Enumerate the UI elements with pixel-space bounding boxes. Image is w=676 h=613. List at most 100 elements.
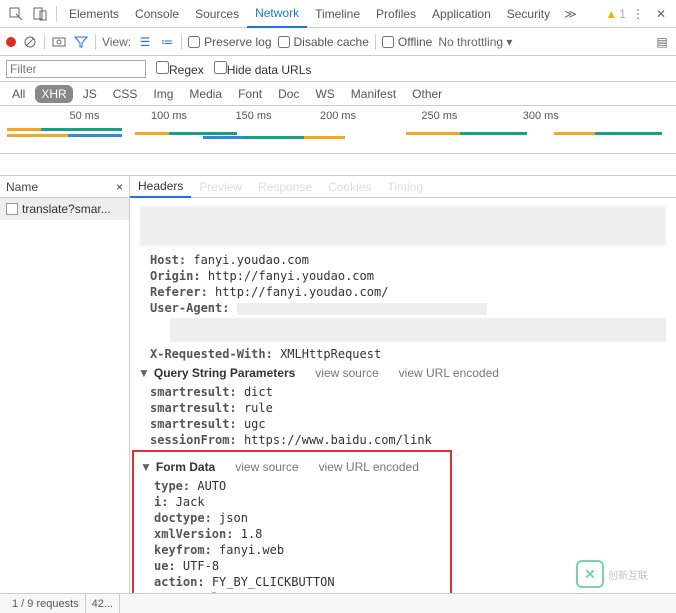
hide-data-urls-checkbox[interactable]: Hide data URLs	[214, 61, 312, 77]
device-icon[interactable]	[32, 6, 48, 22]
query-param: smartresult: ugc	[130, 416, 676, 432]
type-all[interactable]: All	[6, 85, 31, 103]
query-param: smartresult: dict	[130, 384, 676, 400]
caret-down-icon: ▼	[140, 460, 152, 474]
dtab-cookies[interactable]: Cookies	[320, 177, 379, 197]
separator	[375, 34, 376, 50]
form-param: xmlVersion: 1.8	[134, 526, 450, 542]
status-transfer: 42...	[86, 594, 120, 613]
type-css[interactable]: CSS	[107, 85, 144, 103]
disable-cache-checkbox[interactable]: Disable cache	[278, 35, 369, 49]
capture-screenshots-icon[interactable]	[51, 34, 67, 50]
type-img[interactable]: Img	[147, 85, 179, 103]
query-section-header[interactable]: ▼Query String Parameters view source vie…	[130, 362, 676, 384]
query-param: smartresult: rule	[130, 400, 676, 416]
watermark-text: 创新互联	[608, 567, 648, 582]
type-ws[interactable]: WS	[309, 85, 340, 103]
preserve-log-checkbox[interactable]: Preserve log	[188, 35, 271, 49]
form-section-header[interactable]: ▼Form Data view source view URL encoded	[134, 456, 450, 478]
view-source-link[interactable]: view source	[235, 460, 298, 474]
view-list-icon[interactable]: ☰	[137, 34, 153, 50]
network-toolbar: View: ☰ ≔ Preserve log Disable cache Off…	[0, 28, 676, 56]
tab-elements[interactable]: Elements	[61, 1, 127, 27]
view-source-link[interactable]: view source	[315, 366, 378, 380]
dtab-response[interactable]: Response	[250, 177, 320, 197]
request-row[interactable]: translate?smar...	[0, 198, 129, 220]
more-tabs-icon[interactable]: ≫	[558, 7, 583, 21]
headers-panel: Host: fanyi.youdao.com Origin: http://fa…	[130, 198, 676, 593]
type-font[interactable]: Font	[232, 85, 268, 103]
hide-data-urls-label: Hide data URLs	[227, 63, 312, 77]
dtab-headers[interactable]: Headers	[130, 176, 191, 198]
close-details-icon[interactable]: ×	[116, 180, 123, 194]
drawer-icon[interactable]: ▤	[654, 34, 670, 50]
request-name: translate?smar...	[22, 202, 111, 216]
caret-down-icon: ▼	[138, 366, 150, 380]
separator	[44, 34, 45, 50]
kebab-menu-icon[interactable]: ⋮	[626, 7, 650, 21]
tick: 200 ms	[320, 110, 356, 122]
tab-sources[interactable]: Sources	[187, 1, 247, 27]
tick: 250 ms	[421, 110, 457, 122]
detail-tabs: Headers Preview Response Cookies Timing	[130, 176, 676, 198]
chevron-down-icon: ▾	[506, 35, 512, 49]
tick: 150 ms	[235, 110, 271, 122]
timeline-scrubber[interactable]	[0, 154, 676, 176]
filter-row: Regex Hide data URLs	[0, 56, 676, 82]
inspect-icon[interactable]	[8, 6, 24, 22]
tab-profiles[interactable]: Profiles	[368, 1, 424, 27]
header-referer: Referer: http://fanyi.youdao.com/	[130, 284, 676, 300]
tick: 300 ms	[523, 110, 559, 122]
name-column-header[interactable]: Name ×	[0, 176, 129, 198]
close-icon[interactable]: ✕	[650, 7, 672, 21]
status-bar: 1 / 9 requests 42...	[0, 593, 676, 613]
warnings-badge[interactable]: ▲1	[605, 7, 626, 21]
type-other[interactable]: Other	[406, 85, 448, 103]
offline-label: Offline	[398, 35, 432, 49]
header-user-agent: User-Agent:	[130, 300, 676, 316]
type-filter-row: All XHR JS CSS Img Media Font Doc WS Man…	[0, 82, 676, 106]
redacted-block	[140, 206, 666, 246]
form-param: type: AUTO	[134, 478, 450, 494]
view-url-encoded-link[interactable]: view URL encoded	[319, 460, 419, 474]
dtab-preview[interactable]: Preview	[191, 177, 250, 197]
type-manifest[interactable]: Manifest	[345, 85, 402, 103]
filter-icon[interactable]	[73, 34, 89, 50]
offline-checkbox[interactable]: Offline	[382, 35, 432, 49]
view-frames-icon[interactable]: ≔	[159, 34, 175, 50]
regex-label: Regex	[169, 63, 204, 77]
filter-input[interactable]	[6, 60, 146, 78]
watermark: ✕ 创新互联	[576, 559, 666, 589]
type-js[interactable]: JS	[77, 85, 103, 103]
status-requests: 1 / 9 requests	[6, 594, 86, 613]
highlighted-form-data: ▼Form Data view source view URL encoded …	[132, 450, 452, 593]
tab-network[interactable]: Network	[247, 0, 307, 28]
type-doc[interactable]: Doc	[272, 85, 305, 103]
timeline-overview[interactable]: 50 ms 100 ms 150 ms 200 ms 250 ms 300 ms	[0, 106, 676, 154]
request-list: Name × translate?smar...	[0, 176, 130, 593]
disable-cache-label: Disable cache	[294, 35, 369, 49]
preserve-log-label: Preserve log	[204, 35, 271, 49]
form-param: keyfrom: fanyi.web	[134, 542, 450, 558]
tab-timeline[interactable]: Timeline	[307, 1, 368, 27]
type-media[interactable]: Media	[183, 85, 228, 103]
dtab-timing[interactable]: Timing	[379, 177, 431, 197]
warning-icon: ▲	[605, 7, 617, 21]
header-host: Host: fanyi.youdao.com	[130, 252, 676, 268]
tab-security[interactable]: Security	[499, 1, 558, 27]
devtools-main-tabs: Elements Console Sources Network Timelin…	[0, 0, 676, 28]
redacted-inline	[237, 303, 487, 315]
tab-console[interactable]: Console	[127, 1, 187, 27]
form-param: i: Jack	[134, 494, 450, 510]
form-param: doctype: json	[134, 510, 450, 526]
regex-checkbox[interactable]: Regex	[156, 61, 204, 77]
separator	[95, 34, 96, 50]
throttling-select[interactable]: No throttling ▾	[438, 35, 512, 49]
main-panel: Name × translate?smar... Headers Preview…	[0, 176, 676, 593]
tab-application[interactable]: Application	[424, 1, 499, 27]
view-url-encoded-link[interactable]: view URL encoded	[399, 366, 499, 380]
record-icon[interactable]	[6, 37, 16, 47]
header-origin: Origin: http://fanyi.youdao.com	[130, 268, 676, 284]
type-xhr[interactable]: XHR	[35, 85, 72, 103]
clear-icon[interactable]	[22, 34, 38, 50]
